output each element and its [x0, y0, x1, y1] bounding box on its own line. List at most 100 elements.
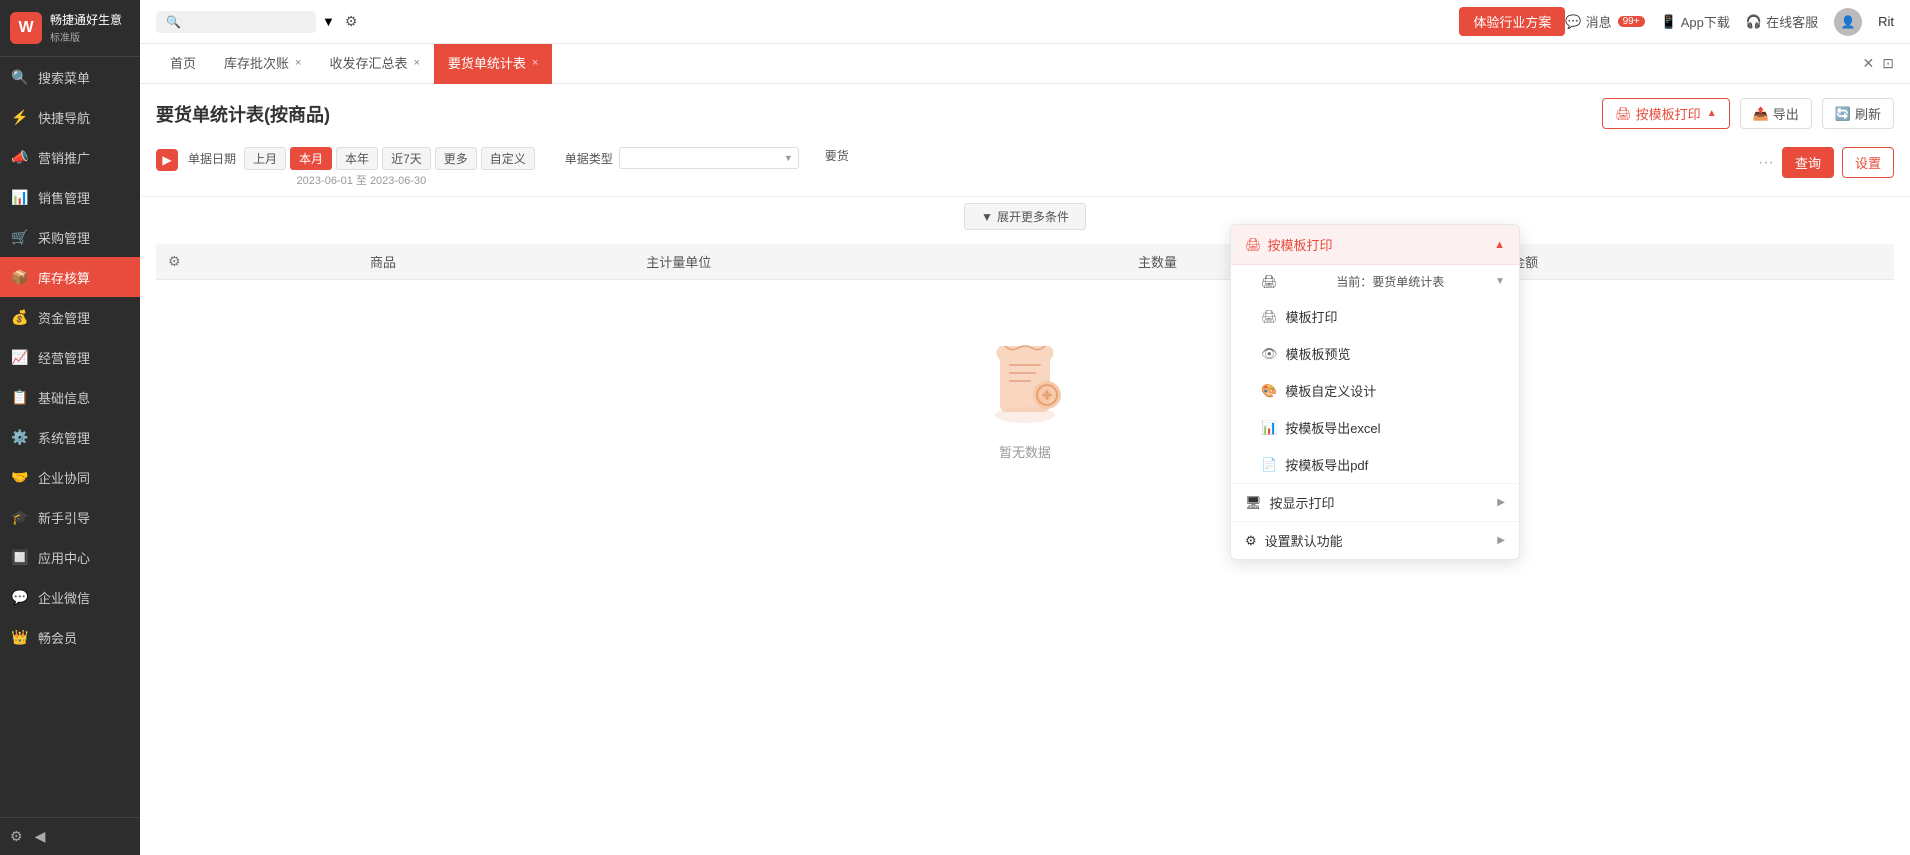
tab-close-icon[interactable]: ×: [295, 57, 301, 69]
sidebar-item-purchase[interactable]: 🛒 采购管理: [0, 217, 140, 257]
table-col-settings[interactable]: ⚙: [156, 244, 358, 280]
template-print-label: 模板打印: [1286, 307, 1338, 326]
page-header: 要货单统计表(按商品) 🖨 按模板打印 ▲ 📤 导出 🔄 刷新: [140, 84, 1910, 139]
more-actions-icon[interactable]: ···: [1758, 154, 1774, 172]
logo-icon: W: [10, 12, 42, 44]
member-icon: 👑: [10, 627, 30, 647]
expand-window-icon[interactable]: ⊡: [1882, 55, 1894, 72]
query-btn[interactable]: 查询: [1782, 147, 1834, 178]
sidebar-item-apps[interactable]: 🔲 应用中心: [0, 537, 140, 577]
sidebar-item-operations[interactable]: 📈 经营管理: [0, 337, 140, 377]
date-btn-prev-month[interactable]: 上月: [244, 147, 286, 170]
sidebar-item-label: 企业协同: [38, 468, 90, 487]
tab-home[interactable]: 首页: [156, 44, 210, 84]
sidebar-item-marketing[interactable]: 📣 营销推广: [0, 137, 140, 177]
print-dropdown: 🖨 按模板打印 ▲ 🖨 当前：要货单统计表 ▼ 🖨 模板打印 👁 模板板预览 🎨: [1230, 224, 1520, 560]
collapse-icon[interactable]: ◀: [35, 828, 46, 845]
app-logo: W 畅捷通好生意 标准版: [0, 0, 140, 57]
export-excel-icon: 📊: [1261, 420, 1277, 436]
message-badge: 99+: [1618, 16, 1645, 27]
empty-text: 暂无数据: [999, 442, 1051, 461]
message-action[interactable]: 💬 消息 99+: [1565, 12, 1644, 31]
page-title: 要货单统计表(按商品): [156, 101, 330, 127]
filter-toggle-btn[interactable]: ▶: [156, 149, 178, 171]
avatar[interactable]: 👤: [1834, 8, 1862, 36]
expand-row: ▼ 展开更多条件: [140, 197, 1910, 236]
sidebar-item-quick-nav[interactable]: ⚡ 快捷导航: [0, 97, 140, 137]
print-dropdown-item-template-custom[interactable]: 🎨 模板自定义设计: [1231, 372, 1519, 409]
chevron-down-icon[interactable]: ▼: [322, 14, 335, 29]
date-btn-custom[interactable]: 自定义: [481, 147, 535, 170]
data-table: ⚙ 商品 主计量单位 主数量 零售金额: [156, 244, 1894, 280]
main-content: 🔍 ▼ ⚙ 体验行业方案 💬 消息 99+ 📱 App下载 🎧 在线客服 👤 R…: [140, 0, 1910, 855]
sidebar-item-wechat[interactable]: 💬 企业微信: [0, 577, 140, 617]
tab-close-icon[interactable]: ×: [532, 57, 538, 69]
type-select[interactable]: [619, 147, 799, 169]
print-template-btn[interactable]: 🖨 按模板打印 ▲: [1602, 98, 1729, 129]
date-btn-7days[interactable]: 近7天: [382, 147, 431, 170]
display-print-label: 按显示打印: [1270, 493, 1335, 512]
sidebar-item-guide[interactable]: 🎓 新手引导: [0, 497, 140, 537]
print-dropdown-sub-display-print[interactable]: 🖥 按显示打印 ▶: [1231, 483, 1519, 521]
display-print-chevron: ▶: [1497, 497, 1505, 508]
print-title-icon: 🖨: [1245, 237, 1262, 253]
tab-close-icon[interactable]: ×: [413, 57, 419, 69]
export-btn[interactable]: 📤 导出: [1740, 98, 1812, 129]
date-btn-this-month[interactable]: 本月: [290, 147, 332, 170]
online-service-action[interactable]: 🎧 在线客服: [1746, 12, 1818, 31]
export-pdf-label: 按模板导出pdf: [1285, 455, 1368, 474]
top-actions: 💬 消息 99+ 📱 App下载 🎧 在线客服 👤 Rit: [1565, 8, 1894, 36]
settings-btn[interactable]: 设置: [1842, 147, 1894, 178]
page-inner: 要货单统计表(按商品) 🖨 按模板打印 ▲ 📤 导出 🔄 刷新: [140, 84, 1910, 855]
current-label: 当前：要货单统计表: [1336, 273, 1444, 290]
filter-yaohu: 要货: [825, 147, 855, 164]
empty-state: 暂无数据: [156, 280, 1894, 521]
tab-collection-summary[interactable]: 收发存汇总表 ×: [315, 44, 433, 84]
print-dropdown-header[interactable]: 🖨 按模板打印 ▲: [1231, 225, 1519, 265]
print-dropdown-current[interactable]: 🖨 当前：要货单统计表 ▼: [1231, 265, 1519, 298]
sidebar-item-system[interactable]: ⚙️ 系统管理: [0, 417, 140, 457]
close-window-icon[interactable]: ✕: [1863, 55, 1875, 72]
table-col-unit: 主计量单位: [634, 244, 1126, 280]
sidebar-item-finance[interactable]: 💰 资金管理: [0, 297, 140, 337]
print-dropdown-sub-default-setting[interactable]: ⚙ 设置默认功能 ▶: [1231, 521, 1519, 559]
date-filter: 单据日期 上月 本月 本年 近7天 更多 自定义 2023-06-01 至 20…: [188, 147, 535, 188]
display-print-icon: 🖥: [1245, 495, 1262, 511]
inventory-icon: 📦: [10, 267, 30, 287]
print-dropdown-item-template-print[interactable]: 🖨 模板打印: [1231, 298, 1519, 335]
app-version: 标准版: [50, 29, 122, 44]
date-range: 2023-06-01 至 2023-06-30: [297, 172, 427, 188]
default-setting-chevron: ▶: [1497, 535, 1505, 546]
settings-icon[interactable]: ⚙: [10, 828, 23, 845]
sidebar-item-label: 企业微信: [38, 588, 90, 607]
sidebar-item-sales[interactable]: 📊 销售管理: [0, 177, 140, 217]
sidebar-item-search[interactable]: 🔍 搜索菜单: [0, 57, 140, 97]
industry-btn[interactable]: 体验行业方案: [1459, 7, 1565, 36]
service-icon: 🎧: [1746, 14, 1762, 30]
print-dropdown-item-template-preview[interactable]: 👁 模板板预览: [1231, 335, 1519, 372]
current-chevron-icon: ▼: [1495, 276, 1505, 287]
tab-inventory-batch[interactable]: 库存批次账 ×: [210, 44, 315, 84]
gear-icon[interactable]: ⚙: [345, 13, 358, 30]
settings-icon[interactable]: ⚙: [168, 253, 181, 269]
print-dropdown-item-export-excel[interactable]: 📊 按模板导出excel: [1231, 409, 1519, 446]
sidebar-item-label: 销售管理: [38, 188, 90, 207]
sidebar-item-collab[interactable]: 🤝 企业协同: [0, 457, 140, 497]
search-icon: 🔍: [10, 67, 30, 87]
app-download-action[interactable]: 📱 App下载: [1661, 12, 1730, 31]
default-setting-icon: ⚙: [1245, 533, 1257, 549]
expand-btn[interactable]: ▼ 展开更多条件: [964, 203, 1086, 230]
print-dropdown-item-export-pdf[interactable]: 📄 按模板导出pdf: [1231, 446, 1519, 483]
date-btn-this-year[interactable]: 本年: [336, 147, 378, 170]
search-bar[interactable]: 🔍: [156, 11, 316, 33]
sidebar-item-base[interactable]: 📋 基础信息: [0, 377, 140, 417]
service-label: 在线客服: [1766, 12, 1818, 31]
date-btn-more[interactable]: 更多: [435, 147, 477, 170]
refresh-btn[interactable]: 🔄 刷新: [1822, 98, 1894, 129]
app-name: 畅捷通好生意: [50, 12, 122, 29]
sidebar-item-inventory[interactable]: 📦 库存核算: [0, 257, 140, 297]
yaohu-label: 要货: [825, 147, 849, 164]
sidebar-item-member[interactable]: 👑 畅会员: [0, 617, 140, 657]
tab-label: 库存批次账: [224, 53, 289, 72]
tab-requisition-stats[interactable]: 要货单统计表 ×: [434, 44, 552, 84]
